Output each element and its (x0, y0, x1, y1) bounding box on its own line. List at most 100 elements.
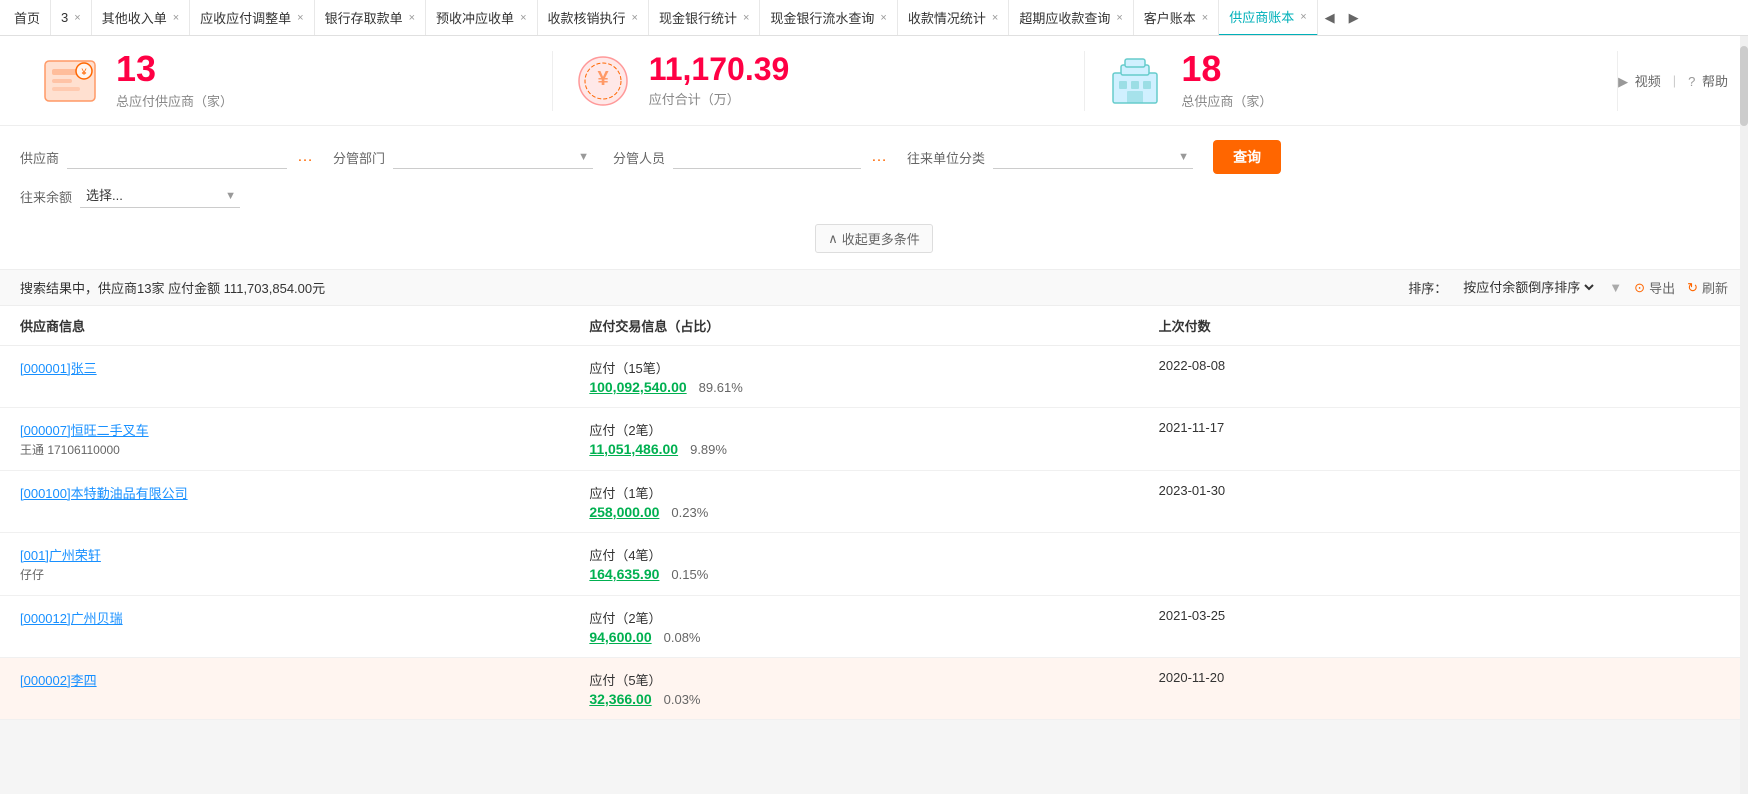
collapse-chevron-icon: ∧ (828, 231, 838, 247)
supplier-link-0[interactable]: [000001]张三 (20, 361, 97, 376)
nav-tab-overdue-ar[interactable]: 超期应收款查询 × (1009, 0, 1133, 36)
refresh-button[interactable]: ↻ 刷新 (1687, 278, 1728, 297)
payable-amount-4[interactable]: 94,600.00 (589, 629, 651, 645)
close-tab-3[interactable]: × (74, 12, 80, 24)
nav-tab-home[interactable]: 首页 (4, 0, 51, 36)
svg-text:¥: ¥ (80, 67, 87, 77)
dept-input[interactable] (393, 145, 593, 169)
supplier-sub-3: 仔仔 (20, 566, 589, 583)
nav-tab-3[interactable]: 3 × (51, 0, 92, 36)
nav-tab-cash-bank-stats[interactable]: 现金银行统计 × (649, 0, 760, 36)
payable-amount-1[interactable]: 11,051,486.00 (589, 441, 678, 457)
collapse-label: 收起更多条件 (842, 229, 920, 248)
query-button[interactable]: 查询 (1213, 140, 1281, 174)
lastpay-cell-1: 2021-11-17 (1159, 420, 1728, 435)
payable-row-4: 94,600.00 0.08% (589, 627, 1158, 645)
close-tab-cash-bank-flow[interactable]: × (880, 12, 886, 24)
person-input[interactable] (673, 145, 861, 169)
help-link[interactable]: ? 帮助 (1688, 71, 1728, 90)
category-input[interactable] (993, 145, 1193, 169)
nav-tab-customer-ledger[interactable]: 客户账本 × (1134, 0, 1219, 36)
payable-amount-0[interactable]: 100,092,540.00 (589, 379, 686, 395)
close-tab-receipt-exec[interactable]: × (632, 12, 638, 24)
result-actions: 排序： 按应付余额倒序排序 ▼ ⊙ 导出 ↻ 刷新 (1408, 278, 1728, 297)
payable-amount-2[interactable]: 258,000.00 (589, 504, 659, 520)
supplier-link-3[interactable]: [001]广州荣轩 (20, 548, 101, 563)
nav-tab-advance-offset[interactable]: 预收冲应收单 × (426, 0, 537, 36)
search-field-supplier: 供应商 … (20, 145, 313, 169)
table-row: [000002]李四 应付（5笔） 32,366.00 0.03% 2020-1… (0, 658, 1748, 720)
supplier-cell-0: [000001]张三 (20, 358, 589, 377)
nav-tab-cash-bank-flow[interactable]: 现金银行流水查询 × (760, 0, 897, 36)
payable-pct-2: 0.23% (671, 505, 708, 520)
nav-tab-supplier-ledger-label: 供应商账本 (1229, 7, 1294, 26)
person-dots-btn[interactable]: … (871, 148, 887, 166)
export-label: 导出 (1649, 278, 1675, 297)
supplier-link-4[interactable]: [000012]广州贝瑞 (20, 611, 123, 626)
close-tab-other-income[interactable]: × (173, 12, 179, 24)
suppliers-payable-icon: ¥ (40, 51, 100, 111)
close-tab-overdue-ar[interactable]: × (1116, 12, 1122, 24)
supplier-dots-btn[interactable]: … (297, 148, 313, 166)
export-button[interactable]: ⊙ 导出 (1634, 278, 1675, 297)
video-link[interactable]: ▶ 视频 (1618, 71, 1661, 90)
nav-tab-other-income-label: 其他收入单 (102, 8, 167, 27)
refresh-label: 刷新 (1702, 278, 1728, 297)
stat-card-total-suppliers: 18 总供应商（家） (1085, 51, 1618, 111)
payable-cell-5: 应付（5笔） 32,366.00 0.03% (589, 670, 1158, 707)
payable-amount-3[interactable]: 164,635.90 (589, 566, 659, 582)
nav-tab-ar-ap-adjust-label: 应收应付调整单 (200, 8, 291, 27)
close-tab-supplier-ledger[interactable]: × (1300, 11, 1306, 23)
nav-tab-overdue-ar-label: 超期应收款查询 (1019, 8, 1110, 27)
export-icon: ⊙ (1634, 280, 1645, 296)
collapse-button[interactable]: ∧ 收起更多条件 (815, 224, 933, 253)
scrollbar-track[interactable] (1740, 36, 1748, 794)
nav-arrow-left[interactable]: ◀ (1318, 0, 1342, 36)
balance-select[interactable]: 选择... (80, 184, 240, 208)
sort-select[interactable]: 按应付余额倒序排序 (1459, 279, 1597, 296)
nav-tab-other-income[interactable]: 其他收入单 × (92, 0, 190, 36)
close-tab-ar-ap-adjust[interactable]: × (297, 12, 303, 24)
header-stats: ¥ 13 总应付供应商（家） ¥ 11,170.39 应付合计（万） (0, 36, 1748, 126)
dept-label: 分管部门 (333, 148, 385, 167)
payable-label-5: 应付（5笔） (589, 670, 1158, 689)
close-tab-advance-offset[interactable]: × (520, 12, 526, 24)
search-row-1: 供应商 … 分管部门 ▼ 分管人员 … 往来单位分类 ▼ 查询 (20, 140, 1728, 174)
total-suppliers-icon (1105, 51, 1165, 111)
stat-info-total-suppliers: 18 总供应商（家） (1181, 51, 1272, 110)
payable-pct-5: 0.03% (664, 692, 701, 707)
close-tab-cash-bank-stats[interactable]: × (743, 12, 749, 24)
lastpay-cell-4: 2021-03-25 (1159, 608, 1728, 623)
table-body: [000001]张三 应付（15笔） 100,092,540.00 89.61%… (0, 346, 1748, 720)
nav-tab-bank-deposit[interactable]: 银行存取款单 × (315, 0, 426, 36)
nav-tab-cash-bank-flow-label: 现金银行流水查询 (770, 8, 874, 27)
payable-cell-3: 应付（4笔） 164,635.90 0.15% (589, 545, 1158, 582)
nav-tab-ar-ap-adjust[interactable]: 应收应付调整单 × (190, 0, 314, 36)
payable-amount-5[interactable]: 32,366.00 (589, 691, 651, 707)
stat-card-suppliers-payable: ¥ 13 总应付供应商（家） (20, 51, 553, 111)
nav-tab-supplier-ledger[interactable]: 供应商账本 × (1219, 0, 1317, 36)
nav-tab-receipt-exec[interactable]: 收款核销执行 × (538, 0, 649, 36)
supplier-input[interactable] (67, 145, 287, 169)
nav-arrow-right[interactable]: ▶ (1342, 0, 1366, 36)
scrollbar-thumb[interactable] (1740, 46, 1748, 126)
dept-select-wrapper: ▼ (393, 145, 593, 169)
payable-pct-1: 9.89% (690, 442, 727, 457)
table-row: [000100]本特勤油品有限公司 应付（1笔） 258,000.00 0.23… (0, 471, 1748, 533)
supplier-link-2[interactable]: [000100]本特勤油品有限公司 (20, 486, 188, 501)
supplier-link-5[interactable]: [000002]李四 (20, 673, 97, 688)
payable-label-1: 应付（2笔） (589, 420, 1158, 439)
nav-tab-cash-bank-stats-label: 现金银行统计 (659, 8, 737, 27)
close-tab-receipt-stats[interactable]: × (992, 12, 998, 24)
nav-tab-receipt-stats[interactable]: 收款情况统计 × (898, 0, 1009, 36)
stat-info-payable-total: 11,170.39 应付合计（万） (649, 53, 790, 108)
close-tab-customer-ledger[interactable]: × (1202, 12, 1208, 24)
close-tab-bank-deposit[interactable]: × (409, 12, 415, 24)
lastpay-value-5: 2020-11-20 (1159, 670, 1225, 685)
payable-row-0: 100,092,540.00 89.61% (589, 377, 1158, 395)
refresh-icon: ↻ (1687, 280, 1698, 296)
payable-label-0: 应付（15笔） (589, 358, 1158, 377)
lastpay-cell-0: 2022-08-08 (1159, 358, 1728, 373)
payable-pct-3: 0.15% (671, 567, 708, 582)
supplier-link-1[interactable]: [000007]恒旺二手叉车 (20, 423, 149, 438)
